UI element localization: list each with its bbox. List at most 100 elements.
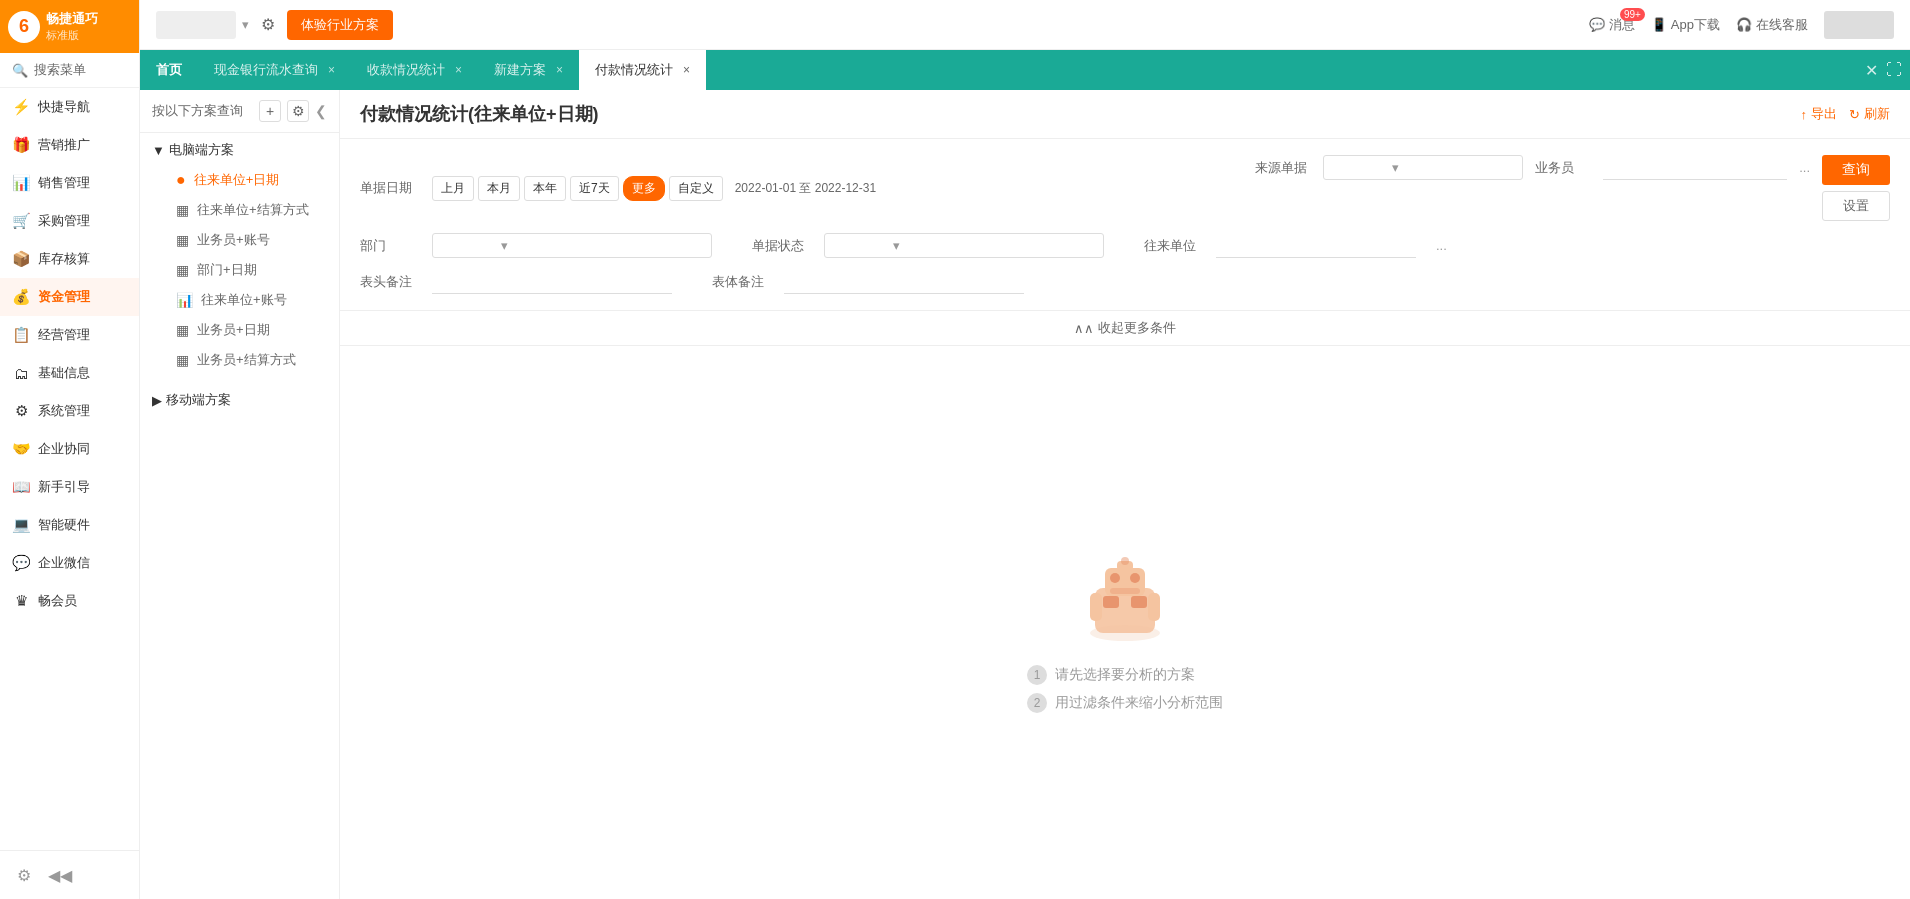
sidebar-item-label: 库存核算 <box>38 250 90 268</box>
sidebar-item-enterprise[interactable]: 🤝 企业协同 <box>0 430 139 468</box>
main-area: ▾ ⚙ 体验行业方案 💬 消息 99+ 📱 App下载 🎧 在线客服 首页 <box>140 0 1910 899</box>
tab-receivable-close[interactable]: × <box>455 63 462 77</box>
app-download-btn[interactable]: 📱 App下载 <box>1651 16 1720 34</box>
partner-input[interactable] <box>1216 234 1416 258</box>
sidebar-item-guide[interactable]: 📖 新手引导 <box>0 468 139 506</box>
sidebar-item-operation[interactable]: 📋 经营管理 <box>0 316 139 354</box>
tabbar-expand-btn[interactable]: ⛶ <box>1886 61 1902 79</box>
page-header-actions: ↑ 导出 ↻ 刷新 <box>1801 105 1891 123</box>
scheme-item-label: 业务员+日期 <box>197 321 270 339</box>
wechat-icon: 💬 <box>12 554 30 572</box>
scheme-add-btn[interactable]: + <box>259 100 281 122</box>
date-btn-7days[interactable]: 近7天 <box>570 176 619 201</box>
sidebar-item-inventory[interactable]: 📦 库存核算 <box>0 240 139 278</box>
dept-select[interactable]: ▾ <box>432 233 712 258</box>
scheme-item-label: 部门+日期 <box>197 261 257 279</box>
svg-rect-4 <box>1090 593 1102 621</box>
collapse-more-btn[interactable]: ∧∧ 收起更多条件 <box>1074 319 1176 337</box>
tabbar-close-btn[interactable]: ✕ <box>1865 61 1878 80</box>
status-select[interactable]: ▾ <box>824 233 1104 258</box>
query-actions: 来源单据 ▾ 业务员 ... 查询 <box>1255 155 1890 221</box>
user-profile-avatar[interactable] <box>1824 11 1894 39</box>
date-btn-this-year[interactable]: 本年 <box>524 176 566 201</box>
sidebar-item-hardware[interactable]: 💻 智能硬件 <box>0 506 139 544</box>
sidebar-item-finance[interactable]: 💰 资金管理 <box>0 278 139 316</box>
tab-bank-close[interactable]: × <box>328 63 335 77</box>
tab-new-scheme[interactable]: 新建方案 × <box>478 50 579 90</box>
scheme-pc-category-title[interactable]: ▼ 电脑端方案 <box>152 141 327 159</box>
empty-illustration <box>1065 533 1185 653</box>
user-avatar <box>156 11 236 39</box>
date-btn-last-month[interactable]: 上月 <box>432 176 474 201</box>
sidebar-item-sales[interactable]: 📊 销售管理 <box>0 164 139 202</box>
tab-payment-stat-close[interactable]: × <box>683 63 690 77</box>
chevron-down-icon: ▼ <box>152 143 165 158</box>
tab-bank[interactable]: 现金银行流水查询 × <box>198 50 351 90</box>
sidebar-search[interactable]: 🔍 搜索菜单 <box>0 53 139 88</box>
tab-home[interactable]: 首页 <box>140 50 198 90</box>
date-buttons: 上月 本月 本年 近7天 更多 自定义 2022-01-01 至 2022-12… <box>432 176 876 201</box>
filter-row-2: 部门 ▾ 单据状态 ▾ 往来单位 ... <box>360 233 1890 258</box>
sidebar-item-marketing[interactable]: 🎁 营销推广 <box>0 126 139 164</box>
export-btn[interactable]: ↑ 导出 <box>1801 105 1838 123</box>
scheme-mobile-label: 移动端方案 <box>166 391 231 409</box>
svg-rect-2 <box>1103 596 1119 608</box>
date-btn-custom[interactable]: 自定义 <box>669 176 723 201</box>
sidebar-search-label: 搜索菜单 <box>34 61 86 79</box>
date-btn-more[interactable]: 更多 <box>623 176 665 201</box>
sidebar-item-wechat[interactable]: 💬 企业微信 <box>0 544 139 582</box>
trial-btn[interactable]: 体验行业方案 <box>287 10 393 40</box>
filter-settings-btn[interactable]: 设置 <box>1822 191 1890 221</box>
query-btn[interactable]: 查询 <box>1822 155 1890 185</box>
topbar: ▾ ⚙ 体验行业方案 💬 消息 99+ 📱 App下载 🎧 在线客服 <box>140 0 1910 50</box>
scheme-item-dept-date[interactable]: ▦ 部门+日期 <box>152 255 327 285</box>
partner-label: 往来单位 <box>1144 237 1200 255</box>
scheme-table-icon: ▦ <box>176 352 189 368</box>
date-btn-this-month[interactable]: 本月 <box>478 176 520 201</box>
scheme-item-staff-account[interactable]: ▦ 业务员+账号 <box>152 225 327 255</box>
body-remark-input[interactable] <box>784 270 1024 294</box>
scheme-item-staff-date[interactable]: ▦ 业务员+日期 <box>152 315 327 345</box>
sidebar-item-purchase[interactable]: 🛒 采购管理 <box>0 202 139 240</box>
scheme-panel-title: 按以下方案查询 <box>152 102 243 120</box>
scheme-item-unit-account[interactable]: 📊 往来单位+账号 <box>152 285 327 315</box>
scheme-table-icon: ▦ <box>176 202 189 218</box>
sidebar-collapse-btn[interactable]: ◀◀ <box>46 861 74 889</box>
sidebar-item-label: 畅会员 <box>38 592 77 610</box>
sidebar-item-system[interactable]: ⚙ 系统管理 <box>0 392 139 430</box>
refresh-btn[interactable]: ↻ 刷新 <box>1849 105 1890 123</box>
header-remark-input[interactable] <box>432 270 672 294</box>
sidebar-item-quicknav[interactable]: ⚡ 快捷导航 <box>0 88 139 126</box>
topbar-settings-icon[interactable]: ⚙ <box>261 15 275 34</box>
source-select[interactable]: ▾ <box>1323 155 1523 180</box>
online-support-btn[interactable]: 🎧 在线客服 <box>1736 16 1808 34</box>
right-panel: 付款情况统计(往来单位+日期) ↑ 导出 ↻ 刷新 单据日期 <box>340 90 1910 899</box>
messages-btn[interactable]: 💬 消息 99+ <box>1589 16 1635 34</box>
staff-input[interactable] <box>1603 156 1787 180</box>
scheme-panel-header-actions: + ⚙ ❮ <box>259 100 327 122</box>
scheme-item-unit-date[interactable]: ● 往来单位+日期 <box>152 165 327 195</box>
staff-more-btn[interactable]: ... <box>1799 160 1810 175</box>
scheme-collapse-btn[interactable]: ❮ <box>315 103 327 119</box>
sidebar-settings-btn[interactable]: ⚙ <box>10 861 38 889</box>
scheme-settings-btn[interactable]: ⚙ <box>287 100 309 122</box>
date-range: 2022-01-01 至 2022-12-31 <box>735 180 876 197</box>
sidebar-item-basic[interactable]: 🗂 基础信息 <box>0 354 139 392</box>
tab-receivable[interactable]: 收款情况统计 × <box>351 50 478 90</box>
filter-area: 单据日期 上月 本月 本年 近7天 更多 自定义 2022-01-01 至 20… <box>340 139 1910 311</box>
tab-new-scheme-close[interactable]: × <box>556 63 563 77</box>
scheme-item-unit-settle[interactable]: ▦ 往来单位+结算方式 <box>152 195 327 225</box>
sidebar-item-label: 智能硬件 <box>38 516 90 534</box>
scheme-mobile-category-title[interactable]: ▶ 移动端方案 <box>152 391 327 409</box>
scheme-item-staff-settle[interactable]: ▦ 业务员+结算方式 <box>152 345 327 375</box>
marketing-icon: 🎁 <box>12 136 30 154</box>
scheme-item-label: 往来单位+结算方式 <box>197 201 309 219</box>
sidebar-footer: ⚙ ◀◀ <box>0 850 139 899</box>
partner-more-btn[interactable]: ... <box>1436 238 1447 253</box>
sidebar-item-vip[interactable]: ♛ 畅会员 <box>0 582 139 620</box>
topbar-dropdown-arrow[interactable]: ▾ <box>242 17 249 32</box>
sidebar-item-label: 采购管理 <box>38 212 90 230</box>
hardware-icon: 💻 <box>12 516 30 534</box>
tab-payment-stat[interactable]: 付款情况统计 × <box>579 50 706 90</box>
scheme-mobile-category: ▶ 移动端方案 <box>140 383 339 417</box>
